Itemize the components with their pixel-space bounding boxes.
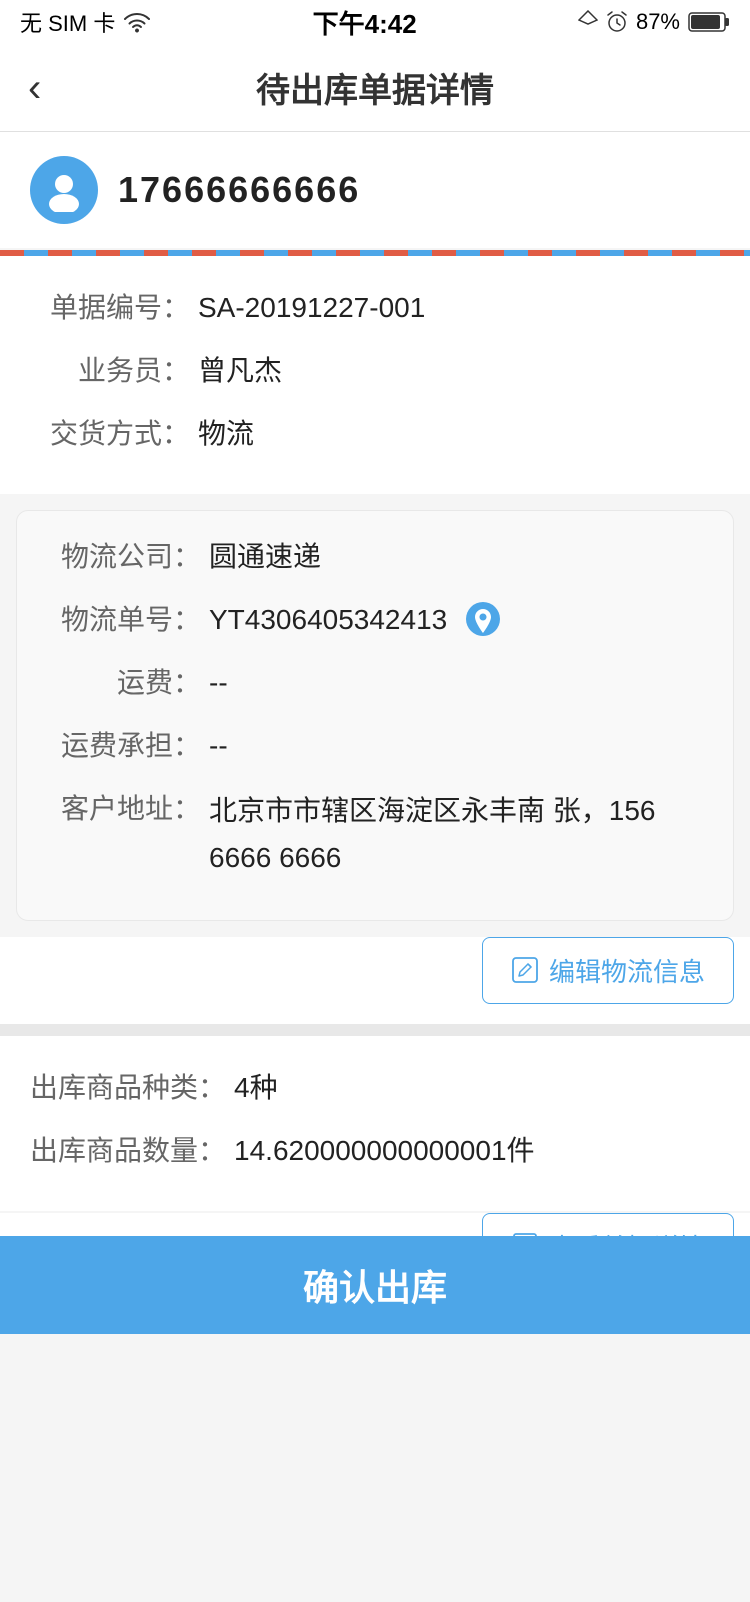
status-left: 无 SIM 卡	[20, 6, 151, 38]
logistics-company-row: 物流公司： 圆通速递	[41, 535, 709, 580]
avatar	[30, 156, 98, 224]
bottom-spacer	[0, 1304, 750, 1504]
page-title: 待出库单据详情	[256, 63, 494, 112]
freight-bearer-row: 运费承担： --	[41, 724, 709, 769]
salesman-value: 曾凡杰	[190, 349, 720, 394]
document-no-row: 单据编号： SA-20191227-001	[30, 286, 720, 331]
salesman-row: 业务员： 曾凡杰	[30, 349, 720, 394]
confirm-outbound-button[interactable]: 确认出库	[0, 1236, 750, 1334]
tracking-no-row: 物流单号： YT4306405342413	[41, 598, 709, 643]
document-no-label: 单据编号：	[30, 286, 190, 331]
edit-logistics-label: 编辑物流信息	[549, 952, 705, 989]
logistics-company-value: 圆通速递	[201, 535, 709, 580]
salesman-label: 业务员：	[30, 349, 190, 394]
status-right: 87%	[578, 9, 730, 35]
delivery-method-value: 物流	[190, 412, 720, 457]
edit-icon	[511, 956, 539, 984]
time-display: 下午4:42	[313, 4, 417, 41]
tracking-no-value: YT4306405342413	[201, 598, 709, 643]
freight-bearer-value: --	[201, 724, 709, 769]
delivery-method-label: 交货方式：	[30, 412, 190, 457]
goods-type-label: 出库商品种类：	[30, 1066, 226, 1111]
goods-type-row: 出库商品种类： 4种	[30, 1066, 720, 1111]
user-header: 17666666666	[0, 132, 750, 248]
freight-value: --	[201, 661, 709, 706]
goods-quantity-value: 14.620000000000001件	[226, 1129, 720, 1174]
location-nav-icon	[578, 10, 598, 34]
alarm-icon	[606, 10, 628, 34]
status-bar: 无 SIM 卡 下午4:42 87%	[0, 0, 750, 44]
tracking-location-icon[interactable]	[463, 601, 503, 641]
carrier-text: 无 SIM 卡	[20, 6, 115, 38]
confirm-btn-label: 确认出库	[303, 1259, 447, 1311]
goods-type-value: 4种	[226, 1066, 720, 1111]
document-no-value: SA-20191227-001	[190, 286, 720, 331]
battery-text: 87%	[636, 9, 680, 35]
freight-row: 运费： --	[41, 661, 709, 706]
nav-bar: ‹ 待出库单据详情	[0, 44, 750, 132]
delivery-method-row: 交货方式： 物流	[30, 412, 720, 457]
freight-bearer-label: 运费承担：	[41, 724, 201, 769]
section-divider	[0, 1024, 750, 1036]
tracking-no-label: 物流单号：	[41, 598, 201, 643]
address-value: 北京市市辖区海淀区永丰南 张，156 6666 6666	[201, 787, 709, 882]
address-row: 客户地址： 北京市市辖区海淀区永丰南 张，156 6666 6666	[41, 787, 709, 882]
user-phone: 17666666666	[118, 169, 360, 211]
goods-quantity-label: 出库商品数量：	[30, 1129, 226, 1174]
back-button[interactable]: ‹	[28, 68, 41, 108]
goods-section: 出库商品种类： 4种 出库商品数量： 14.620000000000001件	[0, 1036, 750, 1212]
address-label: 客户地址：	[41, 787, 201, 832]
freight-label: 运费：	[41, 661, 201, 706]
logistics-company-label: 物流公司：	[41, 535, 201, 580]
order-info-section: 单据编号： SA-20191227-001 业务员： 曾凡杰 交货方式： 物流	[0, 256, 750, 494]
wifi-icon	[123, 11, 151, 33]
battery-icon	[688, 11, 730, 33]
goods-quantity-row: 出库商品数量： 14.620000000000001件	[30, 1129, 720, 1174]
edit-logistics-wrap: 编辑物流信息	[0, 937, 750, 1024]
edit-logistics-button[interactable]: 编辑物流信息	[482, 937, 734, 1004]
logistics-card: 物流公司： 圆通速递 物流单号： YT4306405342413 运费： -- …	[16, 510, 734, 920]
